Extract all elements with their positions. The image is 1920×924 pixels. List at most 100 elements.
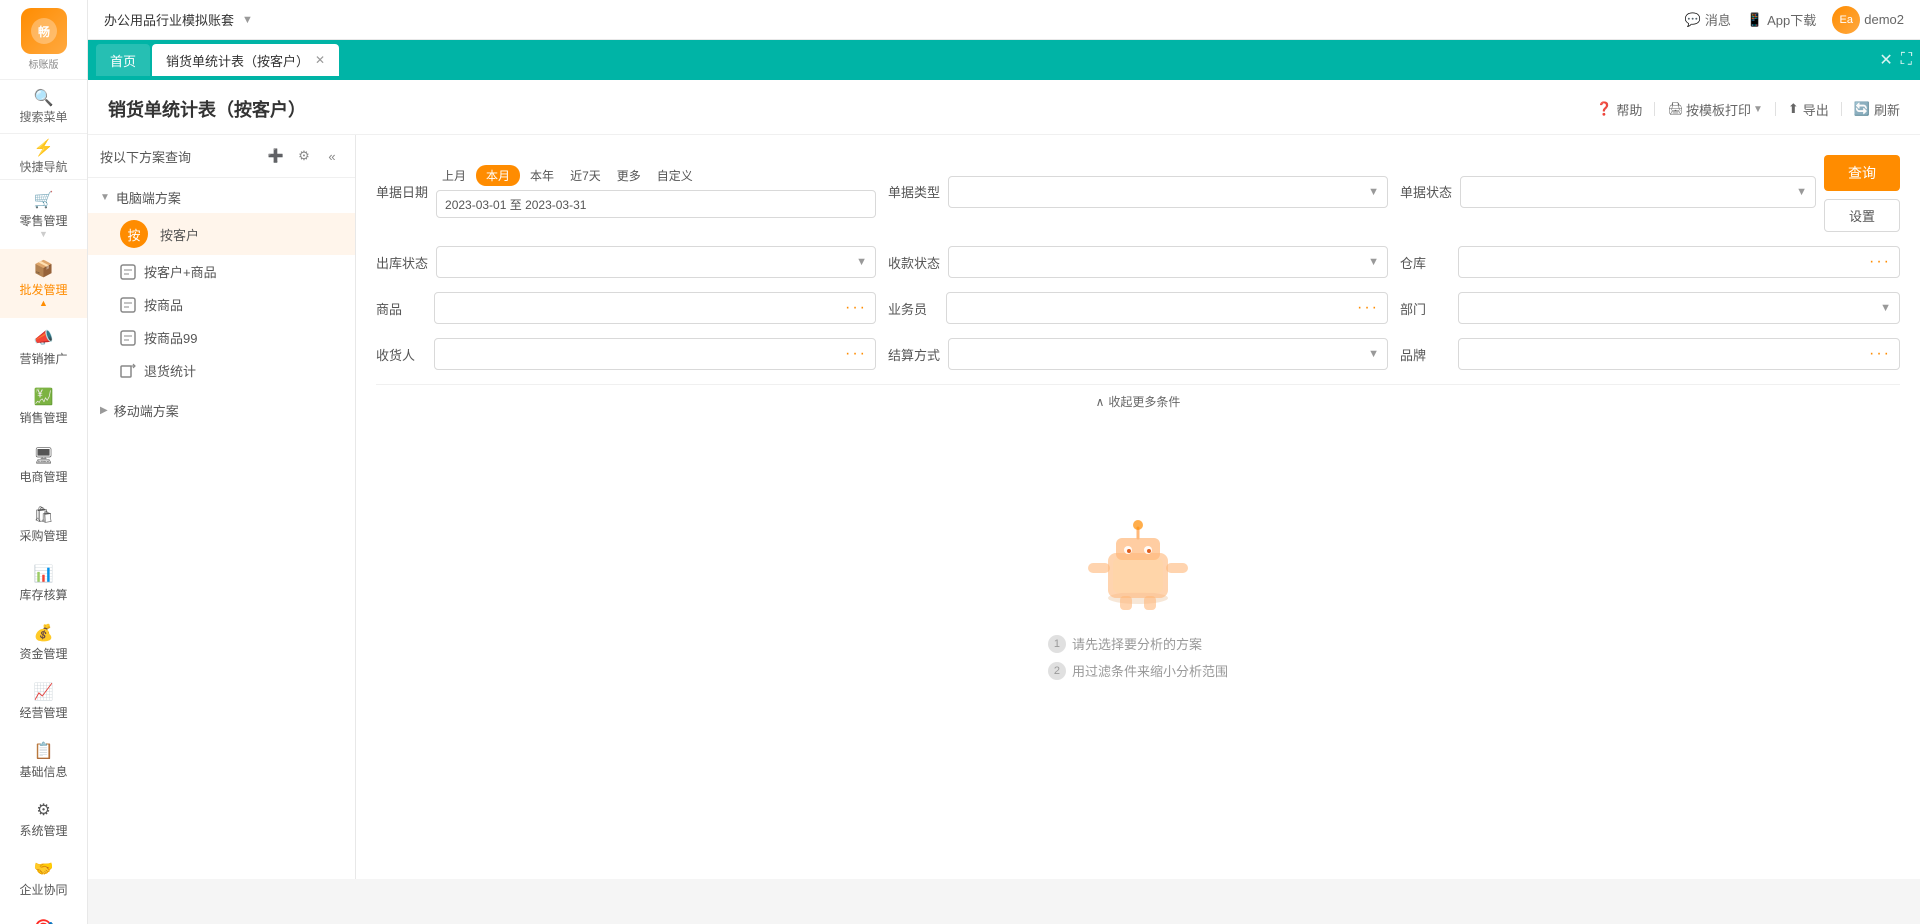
sidebar-item-retail[interactable]: 🛒 零售管理 ▼ [0, 180, 87, 249]
scheme-add-button[interactable]: ➕ [265, 145, 287, 167]
warehouse-label: 仓库 [1400, 253, 1450, 272]
sidebar-item-sales[interactable]: 💹 销售管理 [0, 377, 87, 436]
scheme-settings-button[interactable]: ⚙ [293, 145, 315, 167]
sidebar-item-operations[interactable]: 📈 经营管理 [0, 672, 87, 731]
query-button[interactable]: 查询 [1824, 155, 1900, 191]
tab-sales-stats[interactable]: 销货单统计表（按客户） ✕ [152, 44, 339, 76]
department-select[interactable]: ▼ [1458, 292, 1900, 324]
message-button[interactable]: 💬 消息 [1685, 10, 1731, 29]
salesperson-label: 业务员 [888, 299, 938, 318]
date-range-display[interactable]: 2023-03-01 至 2023-03-31 [436, 190, 876, 218]
tab-home[interactable]: 首页 [96, 44, 150, 76]
page-header: 销货单统计表（按客户） ❓ 帮助 🖨 按模板打印 ▼ ⬆ [88, 80, 1920, 135]
help-label: 帮助 [1616, 100, 1642, 119]
scheme-item-return-stats[interactable]: 退货统计 [88, 354, 355, 387]
tip-num-2: 2 [1048, 662, 1066, 680]
filter-item-brand: 品牌 ··· [1400, 338, 1900, 370]
shortcut-this-year[interactable]: 本年 [524, 165, 560, 186]
salesperson-dots: ··· [1357, 299, 1379, 317]
payment-status-arrow: ▼ [1368, 256, 1379, 268]
basic-icon: 📋 [34, 741, 54, 761]
sidebar-item-finance-label: 资金管理 [19, 645, 67, 662]
settlement-label: 结算方式 [888, 345, 940, 364]
filter-layout: 按以下方案查询 ➕ ⚙ « ▼ 电脑端方案 [88, 135, 1920, 879]
scheme-item-by-goods99[interactable]: 按商品99 [88, 321, 355, 354]
scheme-group-mobile-header[interactable]: ▶ 移动端方案 [88, 395, 355, 426]
scheme-item-by-goods[interactable]: 按商品 [88, 288, 355, 321]
order-type-label: 单据类型 [888, 182, 940, 201]
sidebar-item-basic[interactable]: 📋 基础信息 [0, 731, 87, 790]
payment-status-select[interactable]: ▼ [948, 246, 1388, 278]
filter-row-2: 出库状态 ▼ 收款状态 ▼ [376, 246, 1900, 278]
download-icon: 📱 [1747, 12, 1763, 28]
sidebar-nav-shortcuts[interactable]: ⚡ 快捷导航 [0, 134, 87, 180]
sidebar-item-guide[interactable]: 🎯 新手引导 [0, 908, 87, 924]
ecommerce-icon: 🖥 [33, 446, 53, 466]
user-profile[interactable]: Ea demo2 [1832, 6, 1904, 34]
sidebar-item-purchase-label: 采购管理 [19, 527, 67, 544]
order-type-select[interactable]: ▼ [948, 176, 1388, 208]
scheme-item-by-goods-label: 按商品 [144, 295, 343, 314]
app-download-button[interactable]: 📱 App下载 [1747, 10, 1816, 29]
tab-expand-button[interactable]: ⛶ [1901, 51, 1912, 69]
collapse-bar[interactable]: ∧ 收起更多条件 [376, 384, 1900, 418]
shortcut-last-7[interactable]: 近7天 [564, 165, 607, 186]
return-stats-icon [120, 363, 136, 379]
sidebar-item-finance[interactable]: 💰 资金管理 [0, 613, 87, 672]
sidebar-item-purchase[interactable]: 🛍 采购管理 [0, 495, 87, 554]
sidebar-item-wholesale[interactable]: 📦 批发管理 ▲ [0, 249, 87, 318]
export-button[interactable]: ⬆ 导出 [1788, 100, 1829, 119]
brand-select[interactable]: ··· [1458, 338, 1900, 370]
tab-close-all-button[interactable]: ✕ [1879, 50, 1892, 70]
topbar-dropdown-icon[interactable]: ▼ [242, 14, 253, 26]
shortcut-more[interactable]: 更多 [611, 165, 647, 186]
goods99-icon [120, 330, 136, 346]
mobile-group-label: 移动端方案 [114, 401, 179, 420]
topbar-right: 💬 消息 📱 App下载 Ea demo2 [1685, 6, 1904, 34]
empty-state: 1 请先选择要分析的方案 2 用过滤条件来缩小分析范围 [376, 418, 1900, 760]
print-icon: 🖨 [1667, 101, 1684, 117]
sidebar-item-ecommerce[interactable]: 🖥 电商管理 [0, 436, 87, 495]
warehouse-select[interactable]: ··· [1458, 246, 1900, 278]
scheme-collapse-button[interactable]: « [321, 145, 343, 167]
tab-close-button[interactable]: ✕ [315, 53, 325, 67]
print-template-button[interactable]: 🖨 按模板打印 ▼ [1667, 100, 1762, 119]
scheme-item-by-goods99-label: 按商品99 [144, 328, 343, 347]
tip-text-1: 请先选择要分析的方案 [1072, 634, 1202, 653]
shortcut-last-month[interactable]: 上月 [436, 165, 472, 186]
filter-item-ship-status: 出库状态 ▼ [376, 246, 876, 278]
settlement-select[interactable]: ▼ [948, 338, 1388, 370]
help-icon: ❓ [1596, 101, 1612, 117]
page: 销货单统计表（按客户） ❓ 帮助 🖨 按模板打印 ▼ ⬆ [88, 80, 1920, 879]
sidebar-item-inventory[interactable]: 📊 库存核算 [0, 554, 87, 613]
filter-row-3: 商品 ··· 业务员 ··· [376, 292, 1900, 324]
sidebar-item-system[interactable]: ⚙ 系统管理 [0, 790, 87, 849]
sidebar-menu: 🛒 零售管理 ▼ 📦 批发管理 ▲ 📣 营销推广 💹 销售管理 🖥 电商管理 🛍… [0, 180, 87, 924]
shortcut-this-month[interactable]: 本月 [476, 165, 520, 186]
sidebar-item-collab[interactable]: 🤝 企业协同 [0, 849, 87, 908]
sidebar-item-marketing[interactable]: 📣 营销推广 [0, 318, 87, 377]
refresh-icon: 🔄 [1854, 101, 1870, 117]
sidebar-search[interactable]: 🔍 搜索菜单 [0, 80, 87, 134]
help-button[interactable]: ❓ 帮助 [1596, 100, 1642, 119]
ship-status-select[interactable]: ▼ [436, 246, 876, 278]
sidebar-item-ecommerce-label: 电商管理 [19, 468, 67, 485]
department-arrow: ▼ [1880, 302, 1891, 314]
scheme-item-by-customer[interactable]: 按 按客户 [88, 213, 355, 255]
scheme-group-desktop-header[interactable]: ▼ 电脑端方案 [88, 182, 355, 213]
retail-icon: 🛒 [34, 190, 54, 210]
salesperson-select[interactable]: ··· [946, 292, 1388, 324]
refresh-label: 刷新 [1874, 100, 1900, 119]
system-icon: ⚙ [36, 800, 50, 820]
scheme-group-mobile: ▶ 移动端方案 [88, 391, 355, 430]
scheme-item-by-customer-goods[interactable]: 按客户+商品 [88, 255, 355, 288]
divider-2 [1775, 102, 1776, 116]
refresh-button[interactable]: 🔄 刷新 [1854, 100, 1900, 119]
settings-button[interactable]: 设置 [1824, 199, 1900, 232]
order-status-select[interactable]: ▼ [1460, 176, 1816, 208]
goods-select[interactable]: ··· [434, 292, 876, 324]
filter-row-4: 收货人 ··· 结算方式 ▼ [376, 338, 1900, 370]
receiver-select[interactable]: ··· [434, 338, 876, 370]
shortcut-custom[interactable]: 自定义 [651, 165, 699, 186]
scheme-group-desktop: ▼ 电脑端方案 按 按客户 [88, 178, 355, 391]
